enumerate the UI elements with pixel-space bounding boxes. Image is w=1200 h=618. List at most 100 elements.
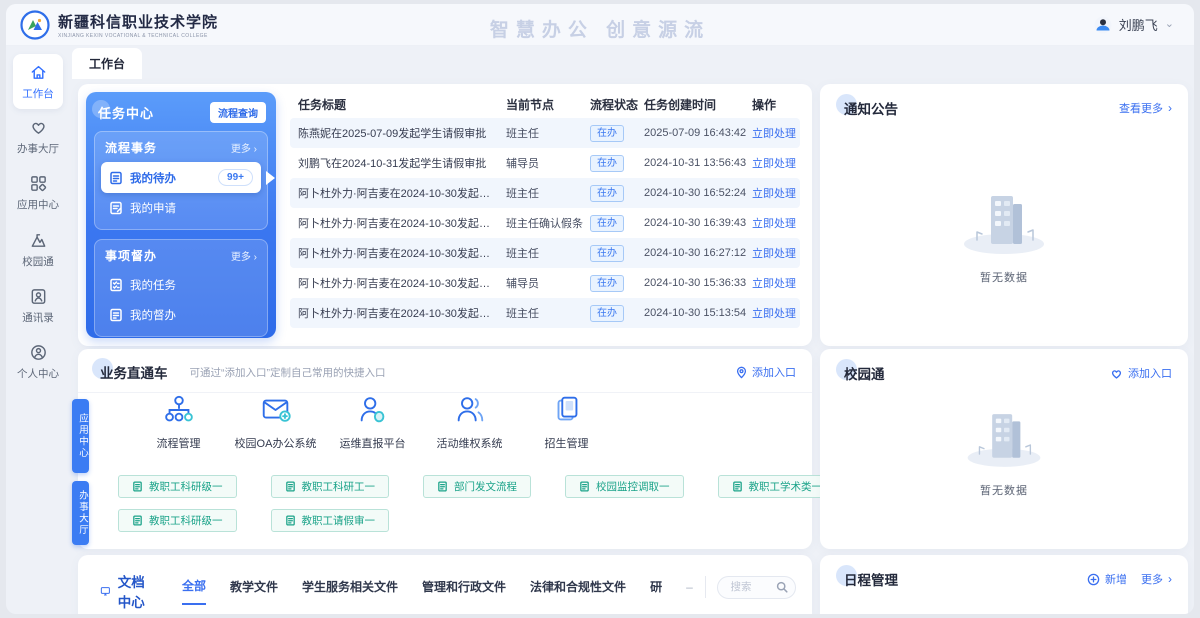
my-tasks-item[interactable]: 我的任务 bbox=[101, 270, 261, 300]
add-entry-link[interactable]: 添加入口 bbox=[1110, 365, 1172, 381]
doc-tab-all[interactable]: 全部 bbox=[182, 577, 206, 605]
doc-icon bbox=[285, 515, 296, 526]
matter-supervision-group: 事项督办 更多 › 我的任务 我的督办 bbox=[94, 239, 268, 337]
task-title: 刘鹏飞在2024-10-31发起学生请假审批 bbox=[298, 155, 506, 171]
sidebar-item-app-center[interactable]: 应用中心 bbox=[6, 174, 70, 212]
doc-tab-admin[interactable]: 管理和行政文件 bbox=[422, 578, 506, 604]
add-entry-link[interactable]: 添加入口 bbox=[735, 364, 796, 380]
sidebar-item-workbench[interactable]: 工作台 bbox=[13, 54, 63, 109]
quick-link-button[interactable]: 教职工科研级一 bbox=[118, 475, 237, 498]
side-tab-app-center[interactable]: 应用中心 bbox=[72, 399, 89, 473]
task-title: 陈燕妮在2025-07-09发起学生请假审批 bbox=[298, 125, 506, 141]
schedule-card: 日程管理 新增 更多› bbox=[820, 555, 1188, 614]
my-tasks-label: 我的任务 bbox=[130, 277, 176, 293]
app-admissions[interactable]: 招生管理 bbox=[518, 393, 615, 451]
doc-search bbox=[717, 576, 796, 599]
group-title: 流程事务 bbox=[105, 139, 157, 156]
add-schedule-link[interactable]: 新增 bbox=[1087, 571, 1127, 587]
task-center-card: 任务中心 流程查询 流程事务 更多 › 我的待办 99+ 我的申请 bbox=[78, 84, 812, 346]
view-more-link[interactable]: 查看更多› bbox=[1119, 100, 1172, 116]
col-operation: 操作 bbox=[752, 96, 808, 113]
table-row: 阿卜杜外力·阿吉麦在2024-10-30发起学生请假... 班主任 在办 202… bbox=[290, 178, 800, 208]
tab-workbench[interactable]: 工作台 bbox=[72, 48, 142, 79]
sidebar-item-label: 应用中心 bbox=[17, 197, 59, 212]
my-application-item[interactable]: 我的申请 bbox=[101, 193, 261, 223]
col-task-title: 任务标题 bbox=[298, 96, 506, 113]
quick-link-button[interactable]: 校园监控调取一 bbox=[565, 475, 684, 498]
handle-now-link[interactable]: 立即处理 bbox=[752, 125, 808, 141]
pin-icon bbox=[735, 366, 748, 379]
quick-links-row-1: 教职工科研级一 教职工科研工一 部门发文流程 校园监控调取一 教职工学术类一 bbox=[118, 475, 802, 498]
top-header: 新疆科信职业技术学院 XINJIANG KEXIN VOCATIONAL & T… bbox=[6, 4, 1194, 46]
group-more-link[interactable]: 更多 › bbox=[231, 248, 257, 263]
col-process-status: 流程状态 bbox=[590, 96, 644, 113]
table-row: 刘鹏飞在2024-10-31发起学生请假审批 辅导员 在办 2024-10-31… bbox=[290, 148, 800, 178]
sidebar-item-label: 通讯录 bbox=[22, 310, 54, 325]
quick-link-button[interactable]: 教职工科研工一 bbox=[271, 475, 390, 498]
doc-tab-legal[interactable]: 法律和合规性文件 bbox=[530, 578, 626, 604]
envelope-icon bbox=[259, 393, 293, 427]
app-activity-rights[interactable]: 活动维权系统 bbox=[421, 393, 518, 451]
handle-now-link[interactable]: 立即处理 bbox=[752, 215, 808, 231]
org-chart-icon bbox=[162, 393, 196, 427]
sidebar-item-service-hall[interactable]: 办事大厅 bbox=[6, 118, 70, 156]
task-time: 2024-10-30 15:36:33 bbox=[644, 277, 752, 289]
tablet-icon bbox=[550, 393, 584, 427]
handle-now-link[interactable]: 立即处理 bbox=[752, 245, 808, 261]
status-badge: 在办 bbox=[590, 215, 624, 232]
status-badge: 在办 bbox=[590, 275, 624, 292]
task-title: 阿卜杜外力·阿吉麦在2024-10-30发起学生请假... bbox=[298, 215, 506, 231]
handle-now-link[interactable]: 立即处理 bbox=[752, 275, 808, 291]
my-supervision-item[interactable]: 我的督办 bbox=[101, 300, 261, 330]
doc-tab-truncated[interactable]: 研 bbox=[650, 578, 662, 604]
handle-now-link[interactable]: 立即处理 bbox=[752, 155, 808, 171]
search-icon bbox=[776, 581, 788, 593]
app-campus-oa[interactable]: 校园OA办公系统 bbox=[227, 393, 324, 451]
home-icon bbox=[29, 63, 48, 82]
task-time: 2024-10-31 13:56:43 bbox=[644, 157, 752, 169]
doc-edit-icon bbox=[109, 201, 123, 215]
grid-icon bbox=[29, 174, 48, 193]
task-node: 班主任 bbox=[506, 245, 590, 261]
campus-empty-state: 暂无数据 bbox=[820, 401, 1188, 498]
sidebar-item-contacts[interactable]: 通讯录 bbox=[6, 287, 70, 325]
task-node: 辅导员 bbox=[506, 155, 590, 171]
side-tab-service-hall[interactable]: 办事大厅 bbox=[72, 481, 89, 545]
quick-link-button[interactable]: 教职工科研级一 bbox=[118, 509, 237, 532]
empty-building-illustration bbox=[954, 401, 1054, 469]
task-center-title: 任务中心 bbox=[98, 103, 154, 122]
page-slogan: 智慧办公 创意源流 bbox=[6, 15, 1194, 42]
contacts-icon bbox=[29, 287, 48, 306]
process-query-button[interactable]: 流程查询 bbox=[210, 102, 266, 123]
sidebar-item-campus-pass[interactable]: 校园通 bbox=[6, 231, 70, 269]
handle-now-link[interactable]: 立即处理 bbox=[752, 305, 808, 321]
sidebar-item-personal-center[interactable]: 个人中心 bbox=[6, 343, 70, 381]
doc-tab-student-services[interactable]: 学生服务相关文件 bbox=[302, 578, 398, 604]
group-more-link[interactable]: 更多 › bbox=[231, 140, 257, 155]
quick-link-button[interactable]: 教职工请假审一 bbox=[271, 509, 390, 532]
handle-now-link[interactable]: 立即处理 bbox=[752, 185, 808, 201]
app-process-management[interactable]: 流程管理 bbox=[130, 393, 227, 451]
status-badge: 在办 bbox=[590, 155, 624, 172]
table-row: 阿卜杜外力·阿吉麦在2024-10-30发起学生请假... 班主任 在办 202… bbox=[290, 238, 800, 268]
doc-icon bbox=[132, 515, 143, 526]
user-menu[interactable]: 刘鹏飞 ⌄ bbox=[1094, 15, 1174, 34]
table-row: 陈燕妮在2025-07-09发起学生请假审批 班主任 在办 2025-07-09… bbox=[290, 118, 800, 148]
quick-link-button[interactable]: 教职工学术类一 bbox=[718, 475, 837, 498]
my-supervision-label: 我的督办 bbox=[130, 307, 176, 323]
heart-icon bbox=[1110, 367, 1123, 380]
process-affairs-group: 流程事务 更多 › 我的待办 99+ 我的申请 bbox=[94, 131, 268, 230]
app-ops-report[interactable]: 运维直报平台 bbox=[324, 393, 421, 451]
task-node: 班主任 bbox=[506, 305, 590, 321]
doc-tab-teaching[interactable]: 教学文件 bbox=[230, 578, 278, 604]
task-time: 2024-10-30 15:13:54 bbox=[644, 307, 752, 319]
user-name: 刘鹏飞 bbox=[1119, 15, 1158, 34]
group-title: 事项督办 bbox=[105, 247, 157, 264]
notice-title: 通知公告 bbox=[844, 98, 898, 118]
task-time: 2024-10-30 16:27:12 bbox=[644, 247, 752, 259]
my-todo-item[interactable]: 我的待办 99+ bbox=[101, 162, 261, 193]
quick-link-button[interactable]: 部门发文流程 bbox=[423, 475, 531, 498]
more-schedule-link[interactable]: 更多› bbox=[1141, 571, 1172, 587]
heart-icon bbox=[29, 118, 48, 137]
task-time: 2024-10-30 16:52:24 bbox=[644, 187, 752, 199]
